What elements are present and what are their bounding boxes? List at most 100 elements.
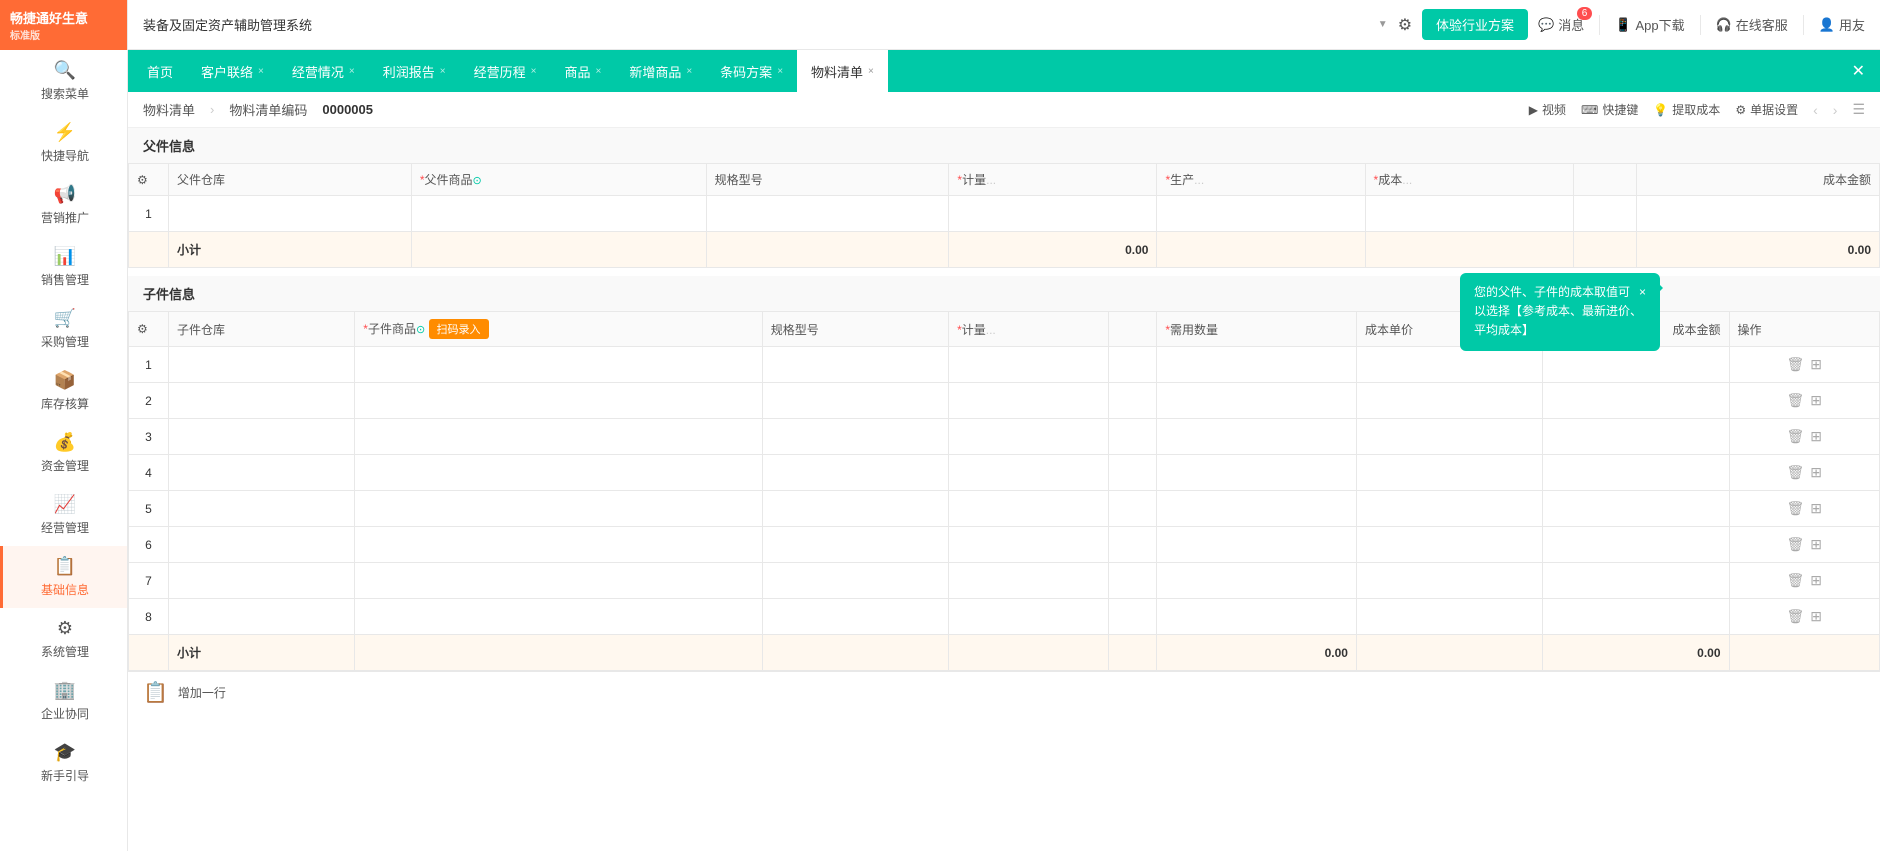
child-row-8-product[interactable] bbox=[355, 599, 763, 635]
nav-tab-0[interactable]: 首页 bbox=[133, 50, 187, 92]
child-row-3-product[interactable] bbox=[355, 419, 763, 455]
sidebar-item-marketing[interactable]: 📢营销推广 bbox=[0, 174, 127, 236]
nav-tab-2[interactable]: 经营情况 × bbox=[278, 50, 369, 92]
delete-row-1-icon[interactable]: 🗑 bbox=[1787, 356, 1805, 373]
video-action[interactable]: ▶ 视频 bbox=[1529, 101, 1566, 118]
child-row-1-unit[interactable] bbox=[949, 347, 1109, 383]
child-row-5-spec[interactable] bbox=[762, 491, 948, 527]
child-row-4-unit-cost[interactable] bbox=[1356, 455, 1542, 491]
copy-row-4-icon[interactable]: ⊞ bbox=[1810, 464, 1822, 481]
child-row-4-warehouse[interactable] bbox=[169, 455, 355, 491]
sidebar-item-inventory[interactable]: 📦库存核算 bbox=[0, 360, 127, 422]
sidebar-item-operations[interactable]: 📈经营管理 bbox=[0, 484, 127, 546]
scan-input-button[interactable]: 扫码录入 bbox=[429, 319, 489, 339]
child-row-4-product[interactable] bbox=[355, 455, 763, 491]
settings-gear-button[interactable]: ⚙ bbox=[1398, 15, 1412, 35]
child-row-5-unit-cost[interactable] bbox=[1356, 491, 1542, 527]
extract-cost-action[interactable]: 💡 提取成本 bbox=[1653, 101, 1720, 118]
nav-tab-close-6[interactable]: × bbox=[686, 66, 692, 77]
child-row-1-qty[interactable] bbox=[1157, 347, 1357, 383]
child-row-6-product[interactable] bbox=[355, 527, 763, 563]
parent-row-1-unit[interactable] bbox=[949, 196, 1157, 232]
nav-tab-close-2[interactable]: × bbox=[349, 66, 355, 77]
child-row-5-product[interactable] bbox=[355, 491, 763, 527]
nav-tab-1[interactable]: 客户联络 × bbox=[187, 50, 278, 92]
nav-tab-3[interactable]: 利润报告 × bbox=[369, 50, 460, 92]
child-row-6-qty[interactable] bbox=[1157, 527, 1357, 563]
parent-col-settings[interactable]: ⚙ bbox=[129, 164, 169, 196]
child-row-4-qty[interactable] bbox=[1157, 455, 1357, 491]
sidebar-item-enterprise[interactable]: 🏢企业协同 bbox=[0, 670, 127, 732]
sidebar-item-guide[interactable]: 🎓新手引导 bbox=[0, 732, 127, 794]
delete-row-8-icon[interactable]: 🗑 bbox=[1787, 608, 1805, 625]
child-row-8-qty[interactable] bbox=[1157, 599, 1357, 635]
sidebar-item-sales[interactable]: 📊销售管理 bbox=[0, 236, 127, 298]
copy-row-6-icon[interactable]: ⊞ bbox=[1810, 536, 1822, 553]
delete-row-2-icon[interactable]: 🗑 bbox=[1787, 392, 1805, 409]
delete-row-5-icon[interactable]: 🗑 bbox=[1787, 500, 1805, 517]
trial-button[interactable]: 体验行业方案 bbox=[1422, 9, 1528, 40]
child-row-1-product[interactable] bbox=[355, 347, 763, 383]
parent-row-1-warehouse[interactable] bbox=[169, 196, 412, 232]
nav-tab-6[interactable]: 新增商品 × bbox=[615, 50, 706, 92]
child-row-8-spec[interactable] bbox=[762, 599, 948, 635]
child-row-3-spec[interactable] bbox=[762, 419, 948, 455]
breadcrumb-next[interactable]: › bbox=[1833, 102, 1838, 118]
child-row-2-qty[interactable] bbox=[1157, 383, 1357, 419]
copy-row-1-icon[interactable]: ⊞ bbox=[1810, 356, 1822, 373]
shortcut-action[interactable]: ⌨ 快捷键 bbox=[1581, 101, 1638, 118]
delete-row-6-icon[interactable]: 🗑 bbox=[1787, 536, 1805, 553]
add-row-icon[interactable]: 📋 bbox=[143, 680, 168, 705]
child-row-3-qty[interactable] bbox=[1157, 419, 1357, 455]
copy-row-7-icon[interactable]: ⊞ bbox=[1810, 572, 1822, 589]
parent-row-1-production[interactable] bbox=[1157, 196, 1365, 232]
system-dropdown-arrow[interactable]: ▼ bbox=[1378, 19, 1388, 30]
copy-row-5-icon[interactable]: ⊞ bbox=[1810, 500, 1822, 517]
child-row-6-warehouse[interactable] bbox=[169, 527, 355, 563]
child-row-3-unit-cost[interactable] bbox=[1356, 419, 1542, 455]
sidebar-item-basic[interactable]: 📋基础信息 bbox=[0, 546, 127, 608]
child-row-2-warehouse[interactable] bbox=[169, 383, 355, 419]
child-row-6-unit-cost[interactable] bbox=[1356, 527, 1542, 563]
child-row-5-qty[interactable] bbox=[1157, 491, 1357, 527]
nav-tab-close-7[interactable]: × bbox=[777, 66, 783, 77]
child-row-8-unit-cost[interactable] bbox=[1356, 599, 1542, 635]
message-button[interactable]: 💬 消息 6 bbox=[1538, 15, 1584, 34]
tooltip-close-button[interactable]: × bbox=[1639, 283, 1646, 302]
nav-tab-close-5[interactable]: × bbox=[595, 66, 601, 77]
sidebar-item-finance[interactable]: 💰资金管理 bbox=[0, 422, 127, 484]
app-download-button[interactable]: 📱 App下载 bbox=[1615, 15, 1684, 34]
child-row-4-spec[interactable] bbox=[762, 455, 948, 491]
child-row-1-warehouse[interactable] bbox=[169, 347, 355, 383]
child-col-settings[interactable]: ⚙ bbox=[129, 312, 169, 347]
child-row-7-unit[interactable] bbox=[949, 563, 1109, 599]
nav-tab-8[interactable]: 物料清单 × bbox=[797, 50, 888, 92]
sidebar-item-purchase[interactable]: 🛒采购管理 bbox=[0, 298, 127, 360]
child-row-3-warehouse[interactable] bbox=[169, 419, 355, 455]
child-row-2-unit[interactable] bbox=[949, 383, 1109, 419]
child-row-3-unit[interactable] bbox=[949, 419, 1109, 455]
child-row-2-unit-cost[interactable] bbox=[1356, 383, 1542, 419]
child-row-1-spec[interactable] bbox=[762, 347, 948, 383]
delete-row-3-icon[interactable]: 🗑 bbox=[1787, 428, 1805, 445]
breadcrumb-item-1[interactable]: 物料清单 bbox=[143, 100, 195, 119]
copy-row-8-icon[interactable]: ⊞ bbox=[1810, 608, 1822, 625]
copy-row-3-icon[interactable]: ⊞ bbox=[1810, 428, 1822, 445]
sidebar-item-system[interactable]: ⚙系统管理 bbox=[0, 608, 127, 670]
online-service-button[interactable]: 🎧 在线客服 bbox=[1716, 15, 1788, 34]
sidebar-item-nav[interactable]: ⚡快捷导航 bbox=[0, 112, 127, 174]
child-row-5-unit[interactable] bbox=[949, 491, 1109, 527]
single-settings-action[interactable]: ⚙ 单据设置 bbox=[1735, 101, 1798, 118]
nav-tab-7[interactable]: 条码方案 × bbox=[706, 50, 797, 92]
nav-tab-close-3[interactable]: × bbox=[440, 66, 446, 77]
child-row-7-warehouse[interactable] bbox=[169, 563, 355, 599]
nav-tab-close-1[interactable]: × bbox=[258, 66, 264, 77]
close-all-tabs-button[interactable]: ✕ bbox=[1842, 61, 1875, 81]
delete-row-7-icon[interactable]: 🗑 bbox=[1787, 572, 1805, 589]
nav-tab-4[interactable]: 经营历程 × bbox=[460, 50, 551, 92]
child-row-1-unit-cost[interactable] bbox=[1356, 347, 1542, 383]
child-row-2-product[interactable] bbox=[355, 383, 763, 419]
child-row-7-product[interactable] bbox=[355, 563, 763, 599]
parent-row-1-cost[interactable] bbox=[1365, 196, 1573, 232]
child-row-5-warehouse[interactable] bbox=[169, 491, 355, 527]
